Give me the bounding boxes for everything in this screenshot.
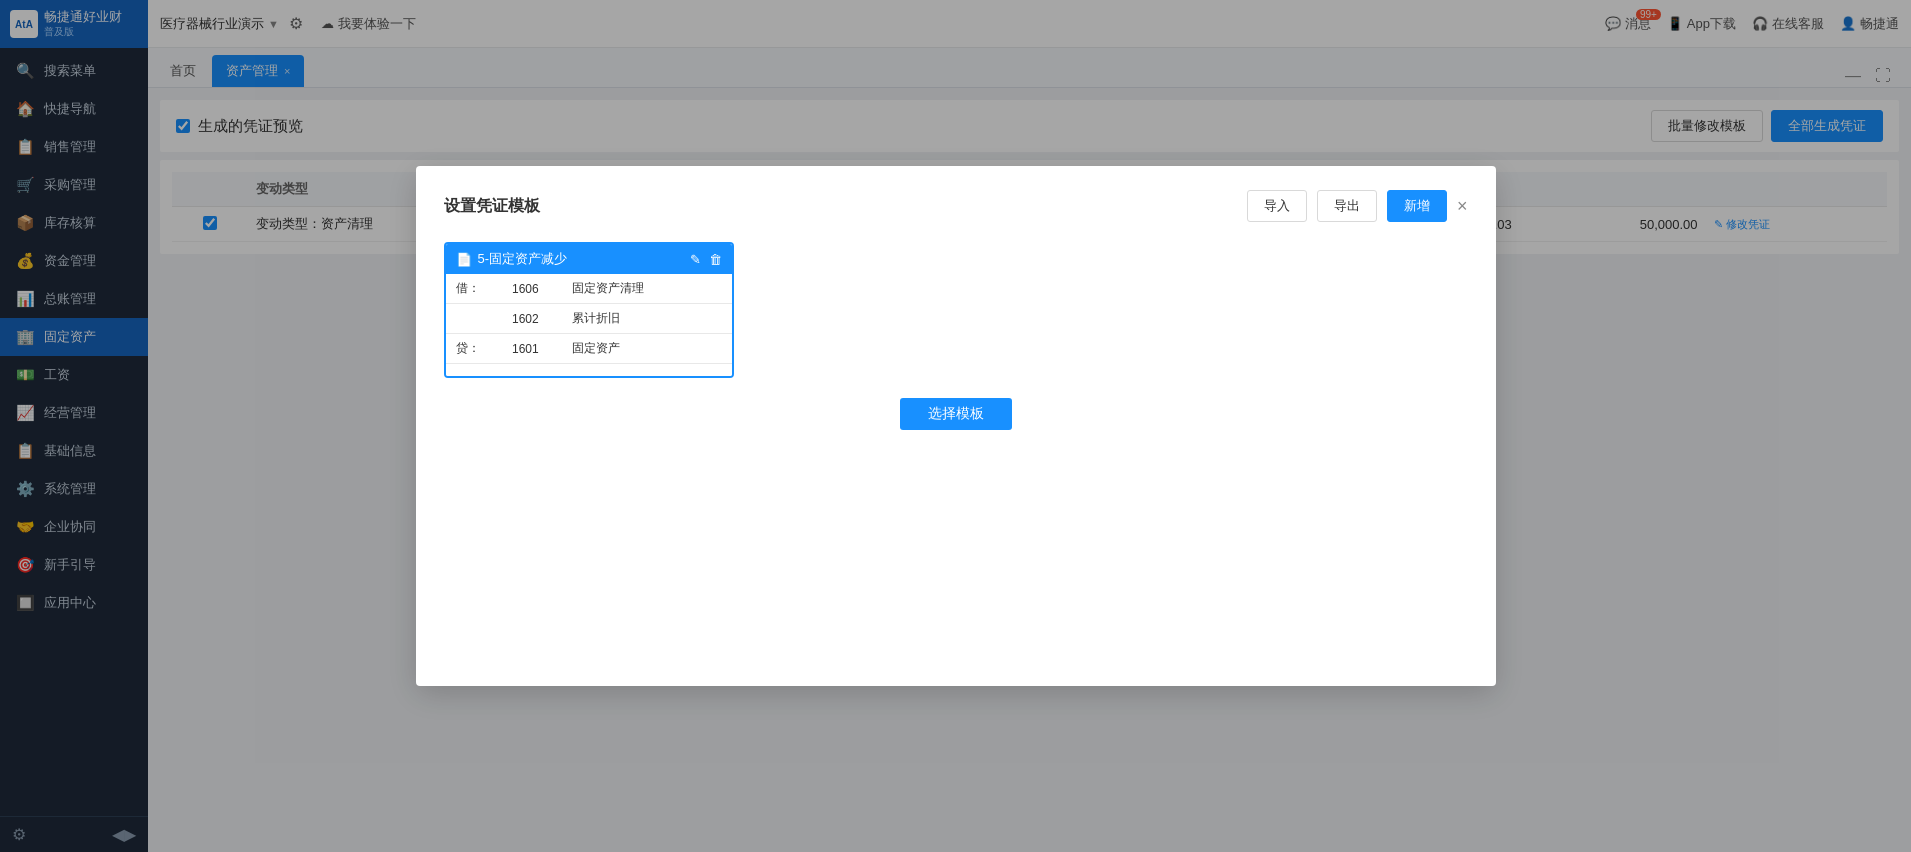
modal-title: 设置凭证模板 bbox=[444, 196, 540, 217]
export-button[interactable]: 导出 bbox=[1317, 190, 1377, 222]
template-delete-icon[interactable]: 🗑 bbox=[709, 252, 722, 267]
entry-col4-empty bbox=[680, 364, 706, 377]
entry-code: 1602 bbox=[502, 304, 562, 334]
entry-col5 bbox=[706, 334, 732, 364]
select-template-wrap: 选择模板 bbox=[444, 398, 1468, 430]
template-card-header: 📄 5-固定资产减少 ✎ 🗑 bbox=[446, 244, 732, 274]
modal-close-button[interactable]: × bbox=[1457, 196, 1468, 217]
template-card-body: 借： 1606 固定资产清理 1602 累计折旧 贷： bbox=[446, 274, 732, 376]
template-icon: 📄 bbox=[456, 252, 472, 267]
entry-col4 bbox=[680, 304, 706, 334]
template-card-header-left: 📄 5-固定资产减少 bbox=[456, 250, 568, 268]
new-button[interactable]: 新增 bbox=[1387, 190, 1447, 222]
entry-code: 1601 bbox=[502, 334, 562, 364]
modal-header: 设置凭证模板 导入 导出 新增 × bbox=[444, 190, 1468, 222]
entry-col4 bbox=[680, 274, 706, 304]
entry-account: 固定资产 bbox=[562, 334, 680, 364]
entry-type bbox=[446, 304, 503, 334]
template-area: 📄 5-固定资产减少 ✎ 🗑 借： 1606 固定资产清理 bbox=[444, 242, 1468, 378]
entry-code-empty bbox=[502, 364, 562, 377]
select-template-button[interactable]: 选择模板 bbox=[900, 398, 1012, 430]
entry-col4 bbox=[680, 334, 706, 364]
entry-col5-empty bbox=[706, 364, 732, 377]
template-full-label: 5-固定资产减少 bbox=[478, 250, 568, 268]
entry-account-empty bbox=[562, 364, 680, 377]
set-template-modal: 设置凭证模板 导入 导出 新增 × 📄 5-固定资产减少 ✎ 🗑 bbox=[416, 166, 1496, 686]
template-entry-row: 借： 1606 固定资产清理 bbox=[446, 274, 732, 304]
entry-type: 贷： bbox=[446, 334, 503, 364]
template-edit-icon[interactable]: ✎ bbox=[690, 252, 701, 267]
template-entry-row-empty bbox=[446, 364, 732, 377]
template-entry-table: 借： 1606 固定资产清理 1602 累计折旧 贷： bbox=[446, 274, 732, 376]
entry-account: 固定资产清理 bbox=[562, 274, 680, 304]
entry-type-empty bbox=[446, 364, 503, 377]
template-card: 📄 5-固定资产减少 ✎ 🗑 借： 1606 固定资产清理 bbox=[444, 242, 734, 378]
entry-col5 bbox=[706, 274, 732, 304]
entry-code: 1606 bbox=[502, 274, 562, 304]
template-card-header-actions: ✎ 🗑 bbox=[690, 252, 722, 267]
import-button[interactable]: 导入 bbox=[1247, 190, 1307, 222]
entry-account: 累计折旧 bbox=[562, 304, 680, 334]
entry-col5 bbox=[706, 304, 732, 334]
template-entry-row: 1602 累计折旧 bbox=[446, 304, 732, 334]
entry-type: 借： bbox=[446, 274, 503, 304]
template-entry-row: 贷： 1601 固定资产 bbox=[446, 334, 732, 364]
modal-toolbar: 导入 导出 新增 bbox=[1247, 190, 1447, 222]
